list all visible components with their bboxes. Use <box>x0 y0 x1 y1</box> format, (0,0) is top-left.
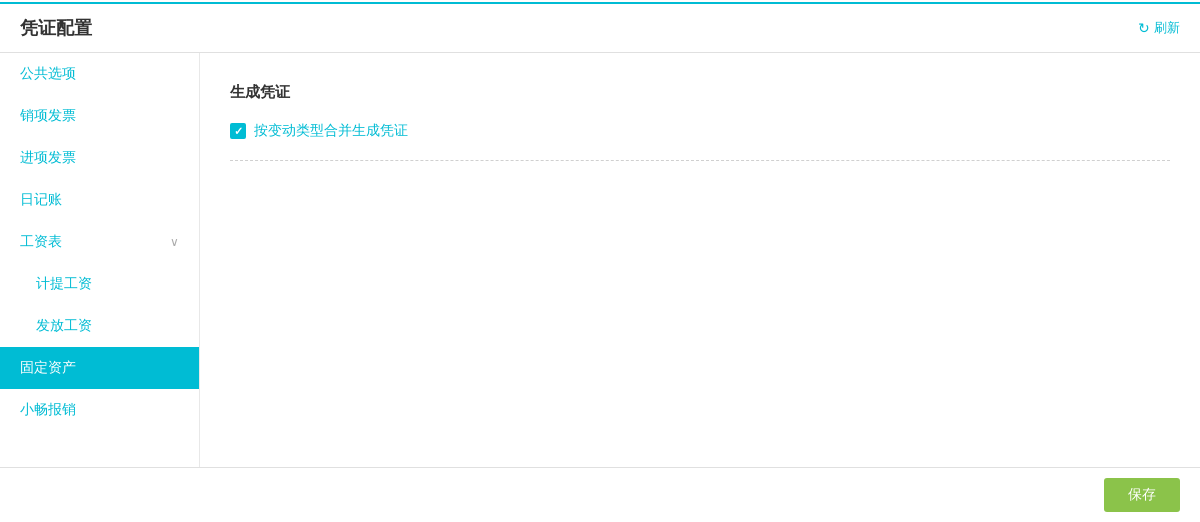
sidebar-item-label: 小畅报销 <box>20 401 76 419</box>
merge-voucher-checkbox[interactable]: ✓ <box>230 123 246 139</box>
header: 凭证配置 ↻ 刷新 <box>0 4 1200 53</box>
sidebar-item-journal[interactable]: 日记账 <box>0 179 199 221</box>
sidebar-item-label: 公共选项 <box>20 65 76 83</box>
sidebar-item-pay-salary[interactable]: 发放工资 <box>0 305 199 347</box>
refresh-label: 刷新 <box>1154 19 1180 37</box>
sidebar-item-payroll[interactable]: 工资表 ∨ <box>0 221 199 263</box>
sidebar-item-label: 日记账 <box>20 191 62 209</box>
sidebar-item-public[interactable]: 公共选项 <box>0 53 199 95</box>
content-area: 生成凭证 ✓ 按变动类型合并生成凭证 <box>200 53 1200 467</box>
checkbox-row: ✓ 按变动类型合并生成凭证 <box>230 122 1170 140</box>
section-title: 生成凭证 <box>230 83 1170 102</box>
sidebar-item-accrual-salary[interactable]: 计提工资 <box>0 263 199 305</box>
refresh-icon: ↻ <box>1138 20 1150 36</box>
sidebar-item-purchase-invoice[interactable]: 进项发票 <box>0 137 199 179</box>
checkmark-icon: ✓ <box>234 126 243 137</box>
sidebar-item-sales-invoice[interactable]: 销项发票 <box>0 95 199 137</box>
sidebar-item-label: 发放工资 <box>36 317 92 335</box>
sidebar-item-label: 固定资产 <box>20 359 76 377</box>
merge-voucher-label[interactable]: 按变动类型合并生成凭证 <box>254 122 408 140</box>
main-area: 公共选项销项发票进项发票日记账工资表 ∨ 计提工资发放工资固定资产小畅报销 生成凭证… <box>0 53 1200 467</box>
sidebar-item-label: 进项发票 <box>20 149 76 167</box>
sidebar-item-petty-expense[interactable]: 小畅报销 <box>0 389 199 431</box>
page-title: 凭证配置 <box>20 16 92 40</box>
sidebar: 公共选项销项发票进项发票日记账工资表 ∨ 计提工资发放工资固定资产小畅报销 <box>0 53 200 467</box>
sidebar-item-label: 工资表 <box>20 233 62 251</box>
page-wrapper: 凭证配置 ↻ 刷新 公共选项销项发票进项发票日记账工资表 ∨ 计提工资发放工资固定资… <box>0 0 1200 522</box>
section-divider <box>230 160 1170 161</box>
sidebar-item-label: 计提工资 <box>36 275 92 293</box>
footer: 保存 <box>0 467 1200 522</box>
refresh-button[interactable]: ↻ 刷新 <box>1138 19 1180 37</box>
save-button[interactable]: 保存 <box>1104 478 1180 512</box>
chevron-down-icon: ∨ <box>170 235 179 249</box>
sidebar-item-fixed-assets[interactable]: 固定资产 <box>0 347 199 389</box>
sidebar-item-label: 销项发票 <box>20 107 76 125</box>
